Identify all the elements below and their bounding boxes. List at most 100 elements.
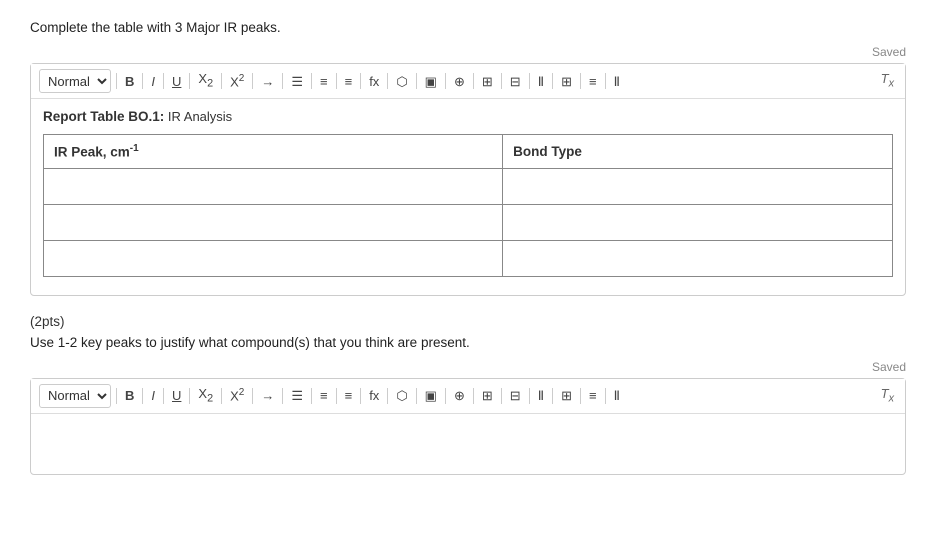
table1-button-2[interactable]: ⊞: [479, 388, 496, 403]
link-button-1[interactable]: ⊕: [451, 74, 468, 89]
sep-1: [116, 73, 117, 89]
sep-t2-6: [252, 388, 253, 404]
underline-button-2[interactable]: U: [169, 388, 184, 403]
editor-content-1[interactable]: Report Table BO.1: IR Analysis IR Peak, …: [31, 99, 905, 295]
instruction-text: Complete the table with 3 Major IR peaks…: [30, 20, 906, 35]
table-cell-1-2[interactable]: [503, 168, 893, 204]
sep-t2-19: [605, 388, 606, 404]
italic-button-2[interactable]: I: [148, 388, 158, 403]
table2-button-1[interactable]: ⊟: [507, 74, 524, 89]
bars-button-1[interactable]: Ⅱ: [611, 74, 623, 89]
sep-t2-11: [387, 388, 388, 404]
saved-label-1: Saved: [30, 45, 906, 59]
ir-table: IR Peak, cm-1 Bond Type: [43, 134, 893, 277]
arrow-button-2[interactable]: →: [258, 388, 277, 403]
sep-t2-1: [116, 388, 117, 404]
col2-header: Bond Type: [503, 135, 893, 169]
sep-t2-4: [189, 388, 190, 404]
sep-t2-3: [163, 388, 164, 404]
table1-button-1[interactable]: ⊞: [479, 74, 496, 89]
editor-box-1: Normal B I U X2 X2 → ☰ ≡ ≡ fx ⬡ ▣ ⊕ ⊞ ⊟ …: [30, 63, 906, 296]
list1-button-2[interactable]: ☰: [288, 388, 306, 403]
align-button-2[interactable]: ≡: [586, 388, 600, 403]
section-label: (2pts): [30, 314, 906, 329]
bold-button-2[interactable]: B: [122, 388, 137, 403]
sep-t2-7: [282, 388, 283, 404]
style-select-2[interactable]: Normal: [39, 384, 111, 408]
sep-7: [282, 73, 283, 89]
table-row: [44, 204, 893, 240]
fx-button-1[interactable]: fx: [366, 74, 382, 89]
saved-label-2: Saved: [30, 360, 906, 374]
sep-18: [580, 73, 581, 89]
font-button-2[interactable]: Ⅱ: [535, 388, 547, 403]
table-cell-2-2[interactable]: [503, 204, 893, 240]
sep-t2-12: [416, 388, 417, 404]
sep-10: [360, 73, 361, 89]
sep-19: [605, 73, 606, 89]
sep-t2-10: [360, 388, 361, 404]
editor-content-2[interactable]: [31, 414, 905, 474]
report-title: Report Table BO.1: IR Analysis: [43, 109, 893, 124]
table-cell-2-1[interactable]: [44, 204, 503, 240]
list3-button-2[interactable]: ≡: [342, 388, 356, 403]
toolbar-2: Normal B I U X2 X2 → ☰ ≡ ≡ fx ⬡ ▣ ⊕ ⊞ ⊟ …: [31, 379, 905, 414]
col1-header: IR Peak, cm-1: [44, 135, 503, 169]
table-cell-3-2[interactable]: [503, 240, 893, 276]
bold-button-1[interactable]: B: [122, 74, 137, 89]
sep-t2-9: [336, 388, 337, 404]
sep-11: [387, 73, 388, 89]
clear-format-button-2[interactable]: Tx: [878, 386, 897, 405]
font-button-1[interactable]: Ⅱ: [535, 74, 547, 89]
embed-button-2[interactable]: ⊞: [558, 388, 575, 403]
sep-t2-18: [580, 388, 581, 404]
image-button-2[interactable]: ▣: [422, 388, 440, 403]
report-title-bold: Report Table BO.1:: [43, 109, 164, 124]
link-button-2[interactable]: ⊕: [451, 388, 468, 403]
sep-16: [529, 73, 530, 89]
chain-button-1[interactable]: ⬡: [393, 74, 410, 89]
chain-button-2[interactable]: ⬡: [393, 388, 410, 403]
italic-button-1[interactable]: I: [148, 74, 158, 89]
clear-format-button-1[interactable]: Tx: [878, 71, 897, 90]
sep-3: [163, 73, 164, 89]
list2-button-2[interactable]: ≡: [317, 388, 331, 403]
sub-button-2[interactable]: X2: [195, 386, 216, 405]
sup-button-1[interactable]: X2: [227, 73, 247, 89]
bars-button-2[interactable]: Ⅱ: [611, 388, 623, 403]
image-button-1[interactable]: ▣: [422, 74, 440, 89]
sep-t2-13: [445, 388, 446, 404]
editor-box-2: Normal B I U X2 X2 → ☰ ≡ ≡ fx ⬡ ▣ ⊕ ⊞ ⊟ …: [30, 378, 906, 475]
sep-t2-17: [552, 388, 553, 404]
fx-button-2[interactable]: fx: [366, 388, 382, 403]
list1-button-1[interactable]: ☰: [288, 74, 306, 89]
sep-15: [501, 73, 502, 89]
use-text: Use 1-2 key peaks to justify what compou…: [30, 335, 906, 350]
sep-17: [552, 73, 553, 89]
sep-6: [252, 73, 253, 89]
table-header-row: IR Peak, cm-1 Bond Type: [44, 135, 893, 169]
sep-12: [416, 73, 417, 89]
sep-t2-15: [501, 388, 502, 404]
list3-button-1[interactable]: ≡: [342, 74, 356, 89]
sep-9: [336, 73, 337, 89]
sub-button-1[interactable]: X2: [195, 71, 216, 90]
sep-8: [311, 73, 312, 89]
table-row: [44, 240, 893, 276]
sep-t2-14: [473, 388, 474, 404]
table-cell-3-1[interactable]: [44, 240, 503, 276]
sep-t2-8: [311, 388, 312, 404]
arrow-button-1[interactable]: →: [258, 74, 277, 89]
style-select-1[interactable]: Normal: [39, 69, 111, 93]
sep-2: [142, 73, 143, 89]
sep-t2-2: [142, 388, 143, 404]
align-button-1[interactable]: ≡: [586, 74, 600, 89]
underline-button-1[interactable]: U: [169, 74, 184, 89]
table-cell-1-1[interactable]: [44, 168, 503, 204]
table2-button-2[interactable]: ⊟: [507, 388, 524, 403]
embed-button-1[interactable]: ⊞: [558, 74, 575, 89]
sup-button-2[interactable]: X2: [227, 387, 247, 403]
sep-13: [445, 73, 446, 89]
list2-button-1[interactable]: ≡: [317, 74, 331, 89]
sep-4: [189, 73, 190, 89]
